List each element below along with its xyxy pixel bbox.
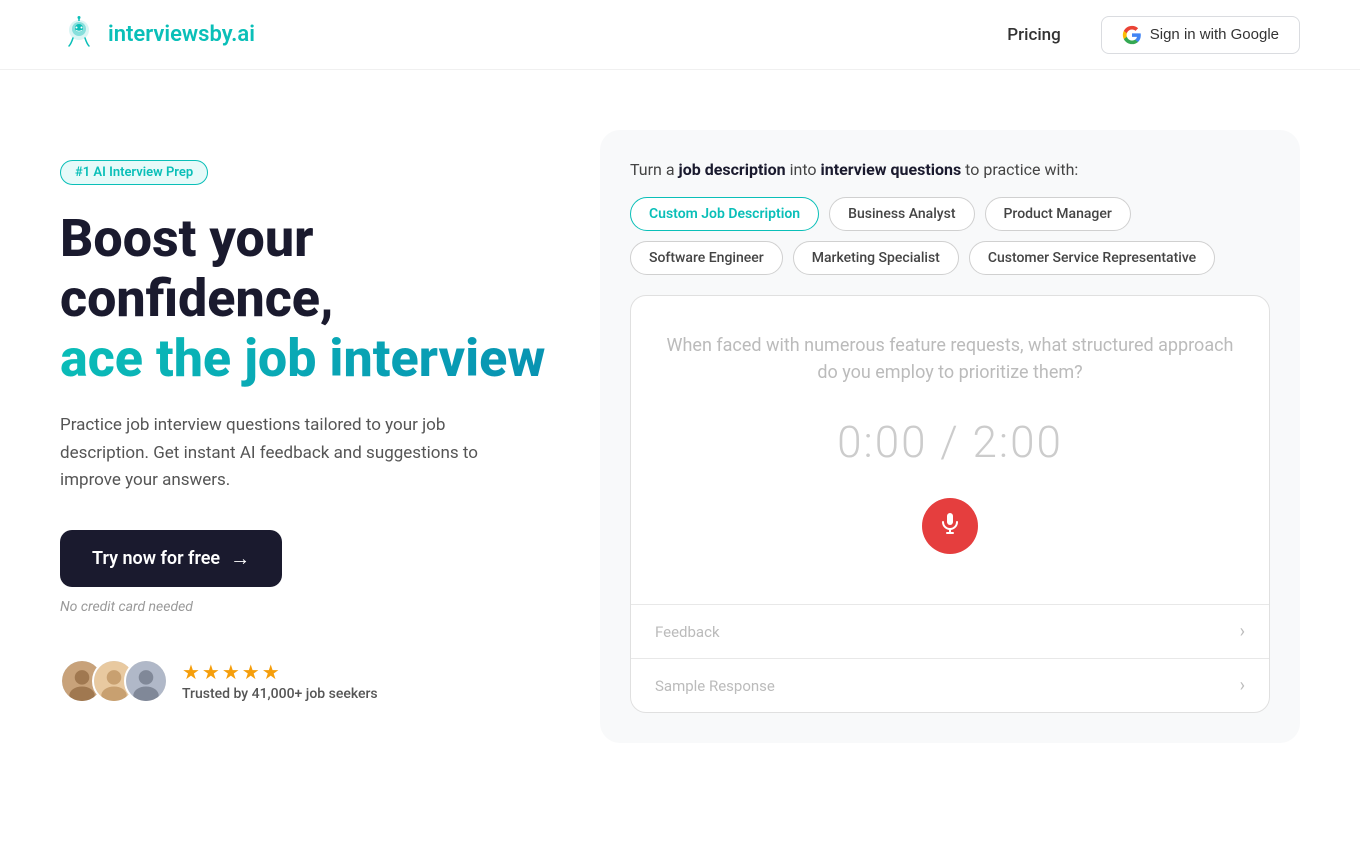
cta-label: Try now for free [92, 548, 220, 569]
stars-section: ★★★★★ Trusted by 41,000+ job seekers [182, 660, 378, 702]
tag-0[interactable]: Custom Job Description [630, 197, 819, 231]
avatar-3 [124, 659, 168, 703]
logo[interactable]: interviewsby.ai [60, 16, 255, 54]
demo-footer: Feedback › Sample Response › [631, 604, 1269, 712]
sign-in-button[interactable]: Sign in with Google [1101, 16, 1300, 54]
demo-question: When faced with numerous feature request… [661, 332, 1239, 386]
tag-list: Custom Job Description Business Analyst Pr… [630, 197, 1270, 275]
hero-title-line1: Boost your [60, 208, 313, 269]
feedback-row[interactable]: Feedback › [631, 605, 1269, 659]
social-proof: ★★★★★ Trusted by 41,000+ job seekers [60, 659, 560, 703]
header: interviewsby.ai Pricing Sign in with Goo… [0, 0, 1360, 70]
sample-response-label: Sample Response [655, 677, 775, 695]
right-section: Turn a job description into interview qu… [600, 130, 1300, 743]
sample-response-chevron-icon: › [1240, 675, 1245, 696]
logo-text: interviewsby.ai [108, 22, 255, 47]
tag-4[interactable]: Marketing Specialist [793, 241, 959, 275]
tag-5[interactable]: Customer Service Representative [969, 241, 1215, 275]
trusted-text: Trusted by 41,000+ job seekers [182, 686, 378, 702]
demo-timer: 0:00 / 2:00 [661, 416, 1239, 468]
cta-button[interactable]: Try now for free → [60, 530, 282, 587]
left-section: #1 AI Interview Prep Boost your confiden… [60, 130, 560, 743]
mic-button[interactable] [922, 498, 978, 554]
hero-title: Boost your confidence, ace the job inter… [60, 209, 560, 388]
intro-text: Turn a job description into interview qu… [630, 160, 1270, 179]
avatars [60, 659, 168, 703]
google-icon [1122, 25, 1142, 45]
header-right: Pricing Sign in with Google [1007, 16, 1300, 54]
pricing-link[interactable]: Pricing [1007, 25, 1061, 45]
badge: #1 AI Interview Prep [60, 160, 208, 185]
hero-title-line3: ace the job interview [60, 328, 545, 389]
tag-3[interactable]: Software Engineer [630, 241, 783, 275]
hero-title-line2: confidence, [60, 268, 333, 329]
logo-icon [60, 16, 98, 54]
feedback-label: Feedback [655, 623, 720, 641]
demo-card: When faced with numerous feature request… [630, 295, 1270, 713]
feedback-chevron-icon: › [1240, 621, 1245, 642]
tag-2[interactable]: Product Manager [985, 197, 1131, 231]
hero-description: Practice job interview questions tailore… [60, 412, 490, 494]
demo-question-area: When faced with numerous feature request… [631, 296, 1269, 604]
arrow-icon: → [230, 546, 250, 571]
stars: ★★★★★ [182, 660, 378, 684]
tag-1[interactable]: Business Analyst [829, 197, 974, 231]
no-credit-text: No credit card needed [60, 599, 560, 615]
sample-response-row[interactable]: Sample Response › [631, 659, 1269, 712]
mic-icon [938, 511, 962, 541]
sign-in-label: Sign in with Google [1150, 26, 1279, 43]
main-content: #1 AI Interview Prep Boost your confiden… [0, 70, 1360, 783]
